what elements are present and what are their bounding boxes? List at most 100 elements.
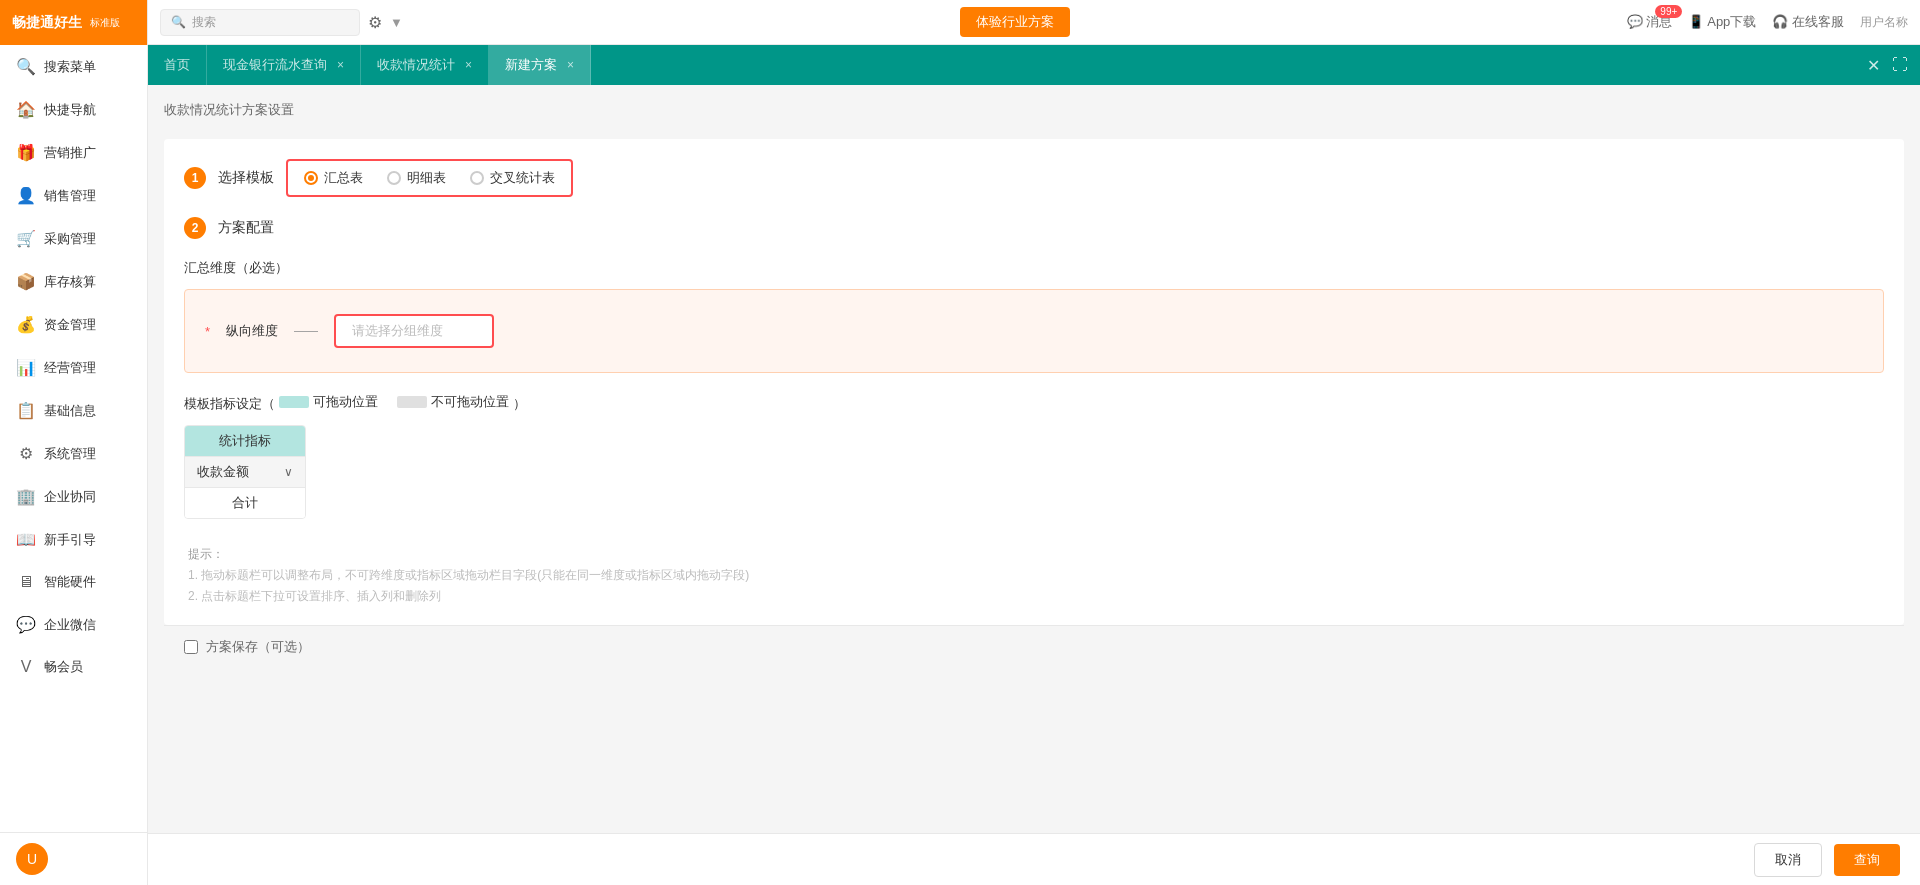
tab-receipt[interactable]: 收款情况统计 × [361,45,489,85]
tab-new-plan-label: 新建方案 [505,56,557,74]
content-area: 收款情况统计方案设置 1 选择模板 汇总表 明细表 [148,85,1920,885]
chevron-down-icon[interactable]: ▼ [390,15,403,30]
search-placeholder: 搜索 [192,14,216,31]
tips-title: 提示： [188,547,224,561]
section-card: 1 选择模板 汇总表 明细表 交叉统计表 [164,139,1904,625]
tab-new-plan[interactable]: 新建方案 × [489,45,591,85]
sidebar-item-wechat[interactable]: 💬 企业微信 [0,603,147,646]
tips-container: 提示： 1. 拖动标题栏可以调整布局，不可跨维度或指标区域拖动栏目字段(只能在同… [188,546,1880,605]
service-link[interactable]: 🎧 在线客服 [1772,13,1844,31]
download-link[interactable]: 📱 App下载 [1688,13,1756,31]
col-header-label: 收款金额 [197,463,249,481]
sidebar-item-label: 基础信息 [44,402,96,420]
settings-icon[interactable]: ⚙ [368,13,382,32]
arrow-icon: —— [294,324,318,338]
sidebar-item-finance[interactable]: 💰 资金管理 [0,303,147,346]
config-section: 汇总维度（必选） * 纵向维度 —— 请选择分组维度 模板 [184,259,1884,605]
sidebar-item-label: 新手引导 [44,531,96,549]
tabbar: 首页 现金银行流水查询 × 收款情况统计 × 新建方案 × ✕ ⛶ [148,45,1920,85]
home-icon: 🏠 [16,100,36,119]
main-area: 🔍 搜索 ⚙ ▼ 体验行业方案 💬 消息 99+ 📱 App下载 🎧 在线客服 … [148,0,1920,885]
close-all-icon[interactable]: ✕ [1867,56,1880,75]
sidebar-item-nav[interactable]: 🏠 快捷导航 [0,88,147,131]
tab-bank-close[interactable]: × [337,58,344,72]
sidebar-item-guide[interactable]: 📖 新手引导 [0,518,147,561]
required-mark: * [205,324,210,339]
radio-summary-label: 汇总表 [324,169,363,187]
sidebar-item-marketing[interactable]: 🎁 营销推广 [0,131,147,174]
service-label: 在线客服 [1792,14,1844,29]
tab-home[interactable]: 首页 [148,45,207,85]
step1-number: 1 [184,167,206,189]
download-icon: 📱 [1688,14,1704,29]
stats-col-header[interactable]: 收款金额 ∨ [185,456,305,487]
step2-number: 2 [184,217,206,239]
trial-button[interactable]: 体验行业方案 [960,7,1070,37]
tips-item-1: 1. 拖动标题栏可以调整布局，不可跨维度或指标区域拖动栏目字段(只能在同一维度或… [188,567,1880,584]
metrics-title: 模板指标设定（ 可拖动位置 [184,393,526,413]
sidebar-item-label: 搜索菜单 [44,58,96,76]
gift-icon: 🎁 [16,143,36,162]
sidebar-item-label: 营销推广 [44,144,96,162]
metrics-label-row: 模板指标设定（ 可拖动位置 [184,393,1884,413]
radio-summary[interactable]: 汇总表 [304,169,363,187]
tab-receipt-label: 收款情况统计 [377,56,455,74]
radio-cross-label: 交叉统计表 [490,169,555,187]
logo-text: 畅捷通好生 [12,14,82,32]
search-box[interactable]: 🔍 搜索 [160,9,360,36]
sidebar-item-label: 系统管理 [44,445,96,463]
radio-cross[interactable]: 交叉统计表 [470,169,555,187]
sidebar-item-search[interactable]: 🔍 搜索菜单 [0,45,147,88]
search-icon: 🔍 [16,57,36,76]
sidebar-item-label: 快捷导航 [44,101,96,119]
sidebar-item-operation[interactable]: 📊 经营管理 [0,346,147,389]
sidebar-item-member[interactable]: V 畅会员 [0,646,147,688]
stats-group-header: 统计指标 [185,426,305,456]
sidebar-item-hardware[interactable]: 🖥 智能硬件 [0,561,147,603]
sidebar-item-basic[interactable]: 📋 基础信息 [0,389,147,432]
dimension-select[interactable]: 请选择分组维度 [334,314,494,348]
sidebar-item-inventory[interactable]: 📦 库存核算 [0,260,147,303]
radio-detail-label: 明细表 [407,169,446,187]
sidebar-item-sales[interactable]: 👤 销售管理 [0,174,147,217]
template-options: 汇总表 明细表 交叉统计表 [286,159,573,197]
tab-bank[interactable]: 现金银行流水查询 × [207,45,361,85]
badge-count: 99+ [1655,5,1682,18]
sidebar-item-corp[interactable]: 🏢 企业协同 [0,475,147,518]
save-label: 方案保存（可选） [206,638,310,656]
tab-new-plan-close[interactable]: × [567,58,574,72]
non-draggable-legend-color [397,396,427,408]
tab-receipt-close[interactable]: × [465,58,472,72]
topnav-left: 🔍 搜索 ⚙ ▼ [160,9,403,36]
step1-label: 选择模板 [218,169,274,187]
sidebar: 畅捷通好生 标准版 🔍 搜索菜单 🏠 快捷导航 🎁 营销推广 👤 销售管理 🛒 … [0,0,148,885]
message-badge[interactable]: 💬 消息 99+ [1627,13,1673,31]
building-icon: 🏢 [16,487,36,506]
sidebar-item-label: 畅会员 [44,658,83,676]
sidebar-item-label: 采购管理 [44,230,96,248]
sidebar-item-label: 资金管理 [44,316,96,334]
search-icon: 🔍 [171,15,186,29]
sidebar-item-purchase[interactable]: 🛒 采购管理 [0,217,147,260]
vertical-label: 纵向维度 [226,322,278,340]
cancel-button[interactable]: 取消 [1754,843,1822,877]
col-header-arrow: ∨ [284,465,293,479]
sidebar-logo: 畅捷通好生 标准版 [0,0,147,45]
sidebar-item-label: 经营管理 [44,359,96,377]
user-avatar: U [16,843,48,875]
sidebar-item-system[interactable]: ⚙ 系统管理 [0,432,147,475]
query-button[interactable]: 查询 [1834,844,1900,876]
page-footer: 方案保存（可选） [164,625,1904,668]
step1-row: 1 选择模板 汇总表 明细表 交叉统计表 [184,159,1884,197]
download-label: App下载 [1707,14,1756,29]
service-icon: 🎧 [1772,14,1788,29]
user-icon: 👤 [16,186,36,205]
sidebar-bottom: U [0,832,147,885]
maximize-icon[interactable]: ⛶ [1892,56,1908,74]
save-checkbox[interactable] [184,640,198,654]
breadcrumb: 收款情况统计方案设置 [164,101,1904,127]
sidebar-item-label: 库存核算 [44,273,96,291]
clipboard-icon: 📋 [16,401,36,420]
radio-detail[interactable]: 明细表 [387,169,446,187]
user-info[interactable]: 用户名称 [1860,14,1908,31]
